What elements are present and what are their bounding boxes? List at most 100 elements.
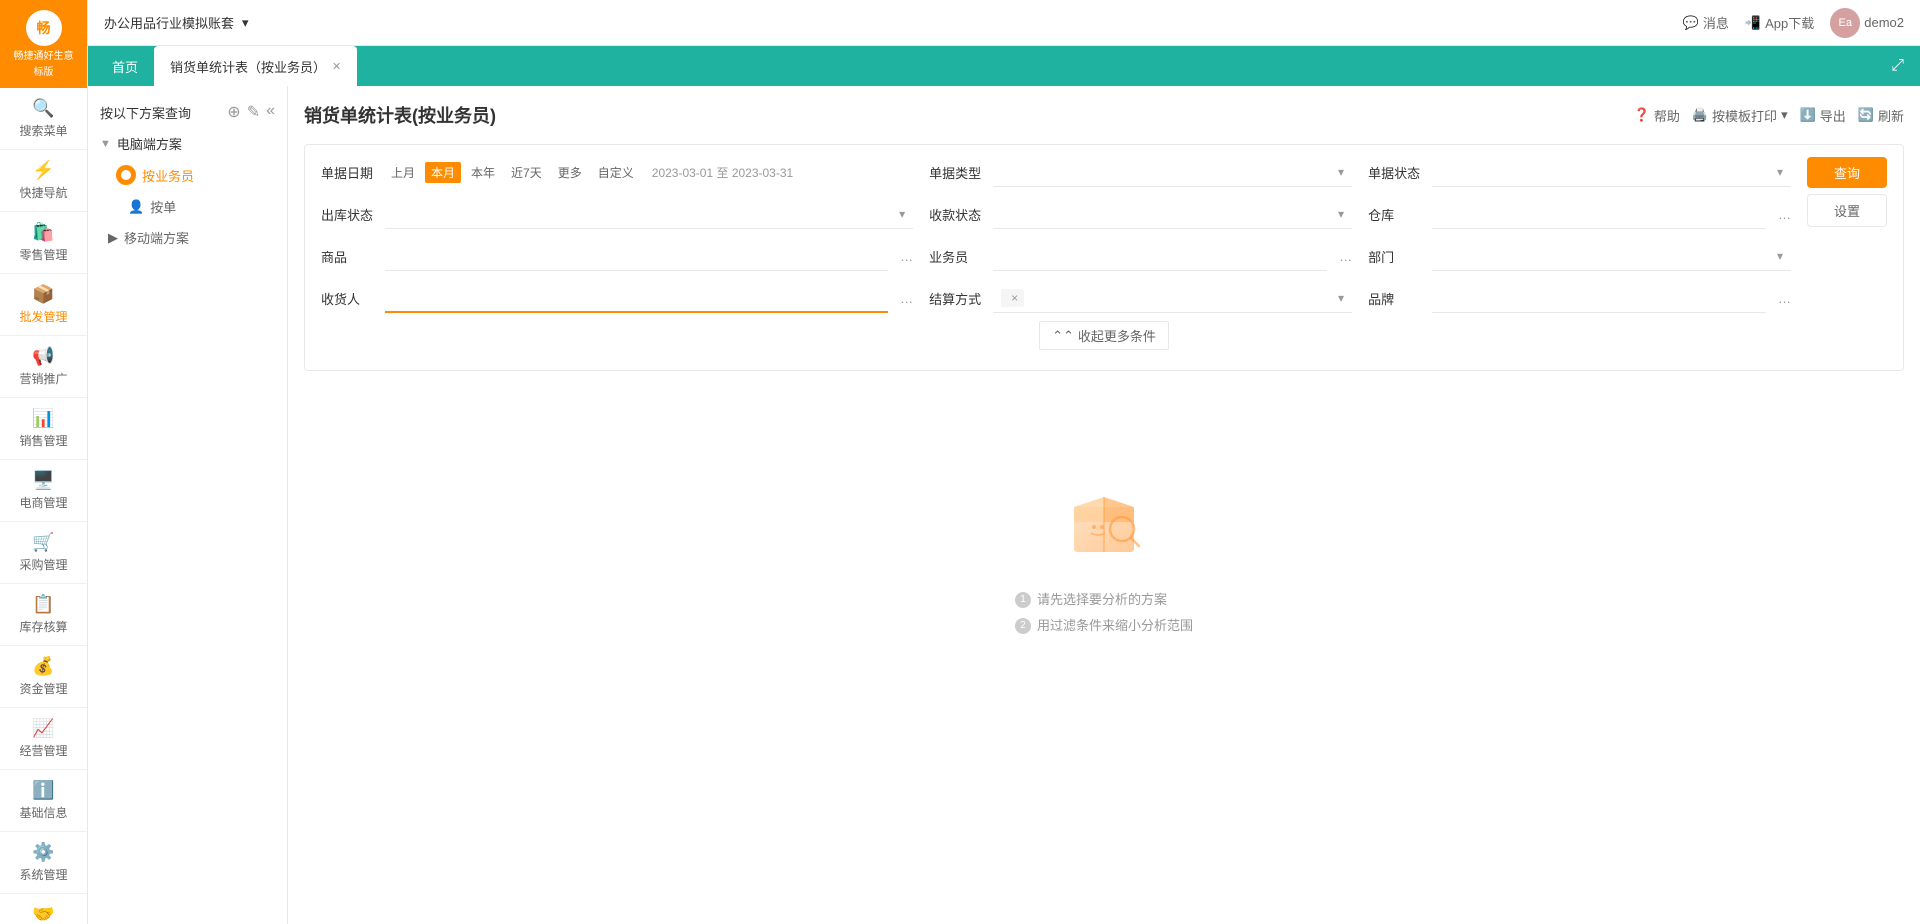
out-status-select[interactable]: ▾ — [385, 199, 913, 229]
ecommerce-icon: 🖥️ — [32, 470, 54, 491]
brand-input[interactable] — [1432, 283, 1766, 313]
settle-chevron: ▾ — [1338, 291, 1344, 305]
collapse-panel-button[interactable]: « — [266, 102, 275, 122]
order-type-field: 单据类型 ▾ — [929, 157, 1352, 187]
query-button[interactable]: 查询 — [1807, 157, 1887, 188]
right-buttons: 查询 设置 — [1791, 157, 1887, 313]
by-salesman-item[interactable]: 按业务员 — [88, 159, 287, 191]
brand-label: 品牌 — [1368, 289, 1424, 308]
date-last-month[interactable]: 上月 — [385, 162, 421, 183]
date-custom[interactable]: 自定义 — [592, 162, 640, 183]
desktop-section-title[interactable]: ▼ 电脑端方案 — [88, 128, 287, 159]
receiver-label: 收货人 — [321, 289, 377, 308]
system-icon: ⚙️ — [32, 842, 54, 863]
sales-icon: 📊 — [32, 408, 54, 429]
department-select[interactable]: ▾ — [1432, 241, 1791, 271]
warehouse-input[interactable] — [1432, 199, 1766, 229]
order-status-field: 单据状态 ▾ — [1368, 157, 1791, 187]
topbar: 办公用品行业模拟账套 ▾ 💬 消息 📲 App下载 Ea demo2 — [88, 0, 1920, 46]
app-download-item[interactable]: 📲 App下载 — [1745, 13, 1814, 32]
goods-field: 商品 … — [321, 241, 913, 271]
tab-home[interactable]: 首页 — [96, 46, 154, 86]
salesman-dots[interactable]: … — [1339, 249, 1352, 264]
export-icon: ⬇️ — [1800, 107, 1816, 123]
warehouse-dots[interactable]: … — [1778, 207, 1791, 222]
settle-tag-close[interactable]: × — [1011, 291, 1018, 305]
out-status-chevron: ▾ — [899, 207, 905, 221]
goods-input[interactable] — [385, 241, 888, 271]
date-field: 单据日期 上月 本月 本年 近7天 更多 自定义 2023-03-01 至 20… — [321, 162, 913, 183]
receipt-status-select[interactable]: ▾ — [993, 199, 1352, 229]
sidebar-item-search[interactable]: 🔍 搜索菜单 — [0, 88, 87, 150]
tip-item-1: 1 请先选择要分析的方案 — [1015, 587, 1193, 613]
sidebar-item-inventory[interactable]: 📋 库存核算 — [0, 584, 87, 646]
brand-field: 品牌 … — [1368, 283, 1791, 313]
sidebar-item-system[interactable]: ⚙️ 系统管理 — [0, 832, 87, 894]
user-item[interactable]: Ea demo2 — [1830, 8, 1904, 38]
tab-close-icon[interactable]: ✕ — [332, 60, 341, 73]
sidebar-item-purchase[interactable]: 🛒 采购管理 — [0, 522, 87, 584]
date-this-year[interactable]: 本年 — [465, 162, 501, 183]
template-print-action[interactable]: 🖨️ 按模板打印 ▾ — [1692, 106, 1788, 125]
collapse-button[interactable]: ⌃⌃ 收起更多条件 — [1039, 321, 1169, 350]
mobile-section-title[interactable]: ▶ 移动端方案 — [88, 222, 287, 253]
retail-icon: 🛍️ — [32, 222, 54, 243]
home-tab-label: 首页 — [112, 57, 138, 76]
maximize-icon[interactable]: ⤢ — [1883, 57, 1912, 75]
sidebar-item-basic[interactable]: ℹ️ 基础信息 — [0, 770, 87, 832]
filter-row-2: 出库状态 ▾ 收款状态 ▾ — [321, 199, 1791, 229]
goods-dots[interactable]: … — [900, 249, 913, 264]
date-range-text: 2023-03-01 至 2023-03-31 — [652, 164, 793, 181]
export-action[interactable]: ⬇️ 导出 — [1800, 106, 1846, 125]
message-item[interactable]: 💬 消息 — [1683, 13, 1729, 32]
main-area: 办公用品行业模拟账套 ▾ 💬 消息 📲 App下载 Ea demo2 首页 — [88, 0, 1920, 924]
date-last-7[interactable]: 近7天 — [505, 162, 548, 183]
empty-state: 1 请先选择要分析的方案 2 用过滤条件来缩小分析范围 — [304, 387, 1904, 719]
filter-section: 单据日期 上月 本月 本年 近7天 更多 自定义 2023-03-01 至 20… — [321, 157, 1887, 313]
sidebar-item-retail[interactable]: 🛍️ 零售管理 — [0, 212, 87, 274]
empty-tips: 1 请先选择要分析的方案 2 用过滤条件来缩小分析范围 — [1015, 587, 1193, 639]
by-order-item[interactable]: 👤 按单 — [88, 191, 287, 222]
sidebar-item-enterprise[interactable]: 🤝 企业协同 — [0, 894, 87, 924]
edit-scheme-button[interactable]: ✎ — [247, 102, 260, 122]
help-action[interactable]: ❓ 帮助 — [1634, 106, 1680, 125]
sidebar-item-sales[interactable]: 📊 销售管理 — [0, 398, 87, 460]
breadcrumb-text: 办公用品行业模拟账套 — [104, 13, 234, 32]
order-status-select[interactable]: ▾ — [1432, 157, 1791, 187]
brand-dots[interactable]: … — [1778, 291, 1791, 306]
filter-row-4: 收货人 … 结算方式 × — [321, 283, 1791, 313]
topbar-right: 💬 消息 📲 App下载 Ea demo2 — [1683, 8, 1904, 38]
person-icon: 👤 — [128, 199, 144, 215]
settings-button[interactable]: 设置 — [1807, 194, 1887, 227]
order-type-select[interactable]: ▾ — [993, 157, 1352, 187]
active-dot — [116, 165, 136, 185]
date-label: 单据日期 — [321, 163, 377, 182]
sidebar-item-marketing[interactable]: 📢 营销推广 — [0, 336, 87, 398]
settle-method-label: 结算方式 — [929, 289, 985, 308]
download-icon: 📲 — [1745, 15, 1761, 31]
sidebar-item-quick-nav[interactable]: ⚡ 快捷导航 — [0, 150, 87, 212]
breadcrumb-arrow[interactable]: ▾ — [242, 15, 249, 31]
receiver-input[interactable] — [385, 283, 888, 313]
date-more[interactable]: 更多 — [552, 162, 588, 183]
settle-method-select[interactable]: × ▾ — [993, 283, 1352, 313]
add-scheme-button[interactable]: ⊕ — [227, 102, 240, 122]
salesman-label: 业务员 — [929, 247, 985, 266]
sidebar-item-ecommerce[interactable]: 🖥️ 电商管理 — [0, 460, 87, 522]
receiver-dots[interactable]: … — [900, 291, 913, 306]
refresh-action[interactable]: 🔄 刷新 — [1858, 106, 1904, 125]
print-icon: 🖨️ — [1692, 107, 1708, 123]
chevron-up-icon: ⌃⌃ — [1052, 328, 1074, 344]
sidebar-item-wholesale[interactable]: 📦 批发管理 — [0, 274, 87, 336]
tab-sales-stats[interactable]: 销货单统计表（按业务员） ✕ — [154, 46, 357, 86]
sidebar-item-operations[interactable]: 📈 经营管理 — [0, 708, 87, 770]
sidebar-item-finance[interactable]: 💰 资金管理 — [0, 646, 87, 708]
app-logo: 畅 畅捷通好生意 标版 — [0, 0, 88, 88]
lightning-icon: ⚡ — [32, 160, 54, 181]
date-this-month[interactable]: 本月 — [425, 162, 461, 183]
basic-icon: ℹ️ — [32, 780, 54, 801]
panel-title: 按以下方案查询 — [100, 103, 191, 122]
order-status-label: 单据状态 — [1368, 163, 1424, 182]
order-type-label: 单据类型 — [929, 163, 985, 182]
salesman-input[interactable] — [993, 241, 1327, 271]
